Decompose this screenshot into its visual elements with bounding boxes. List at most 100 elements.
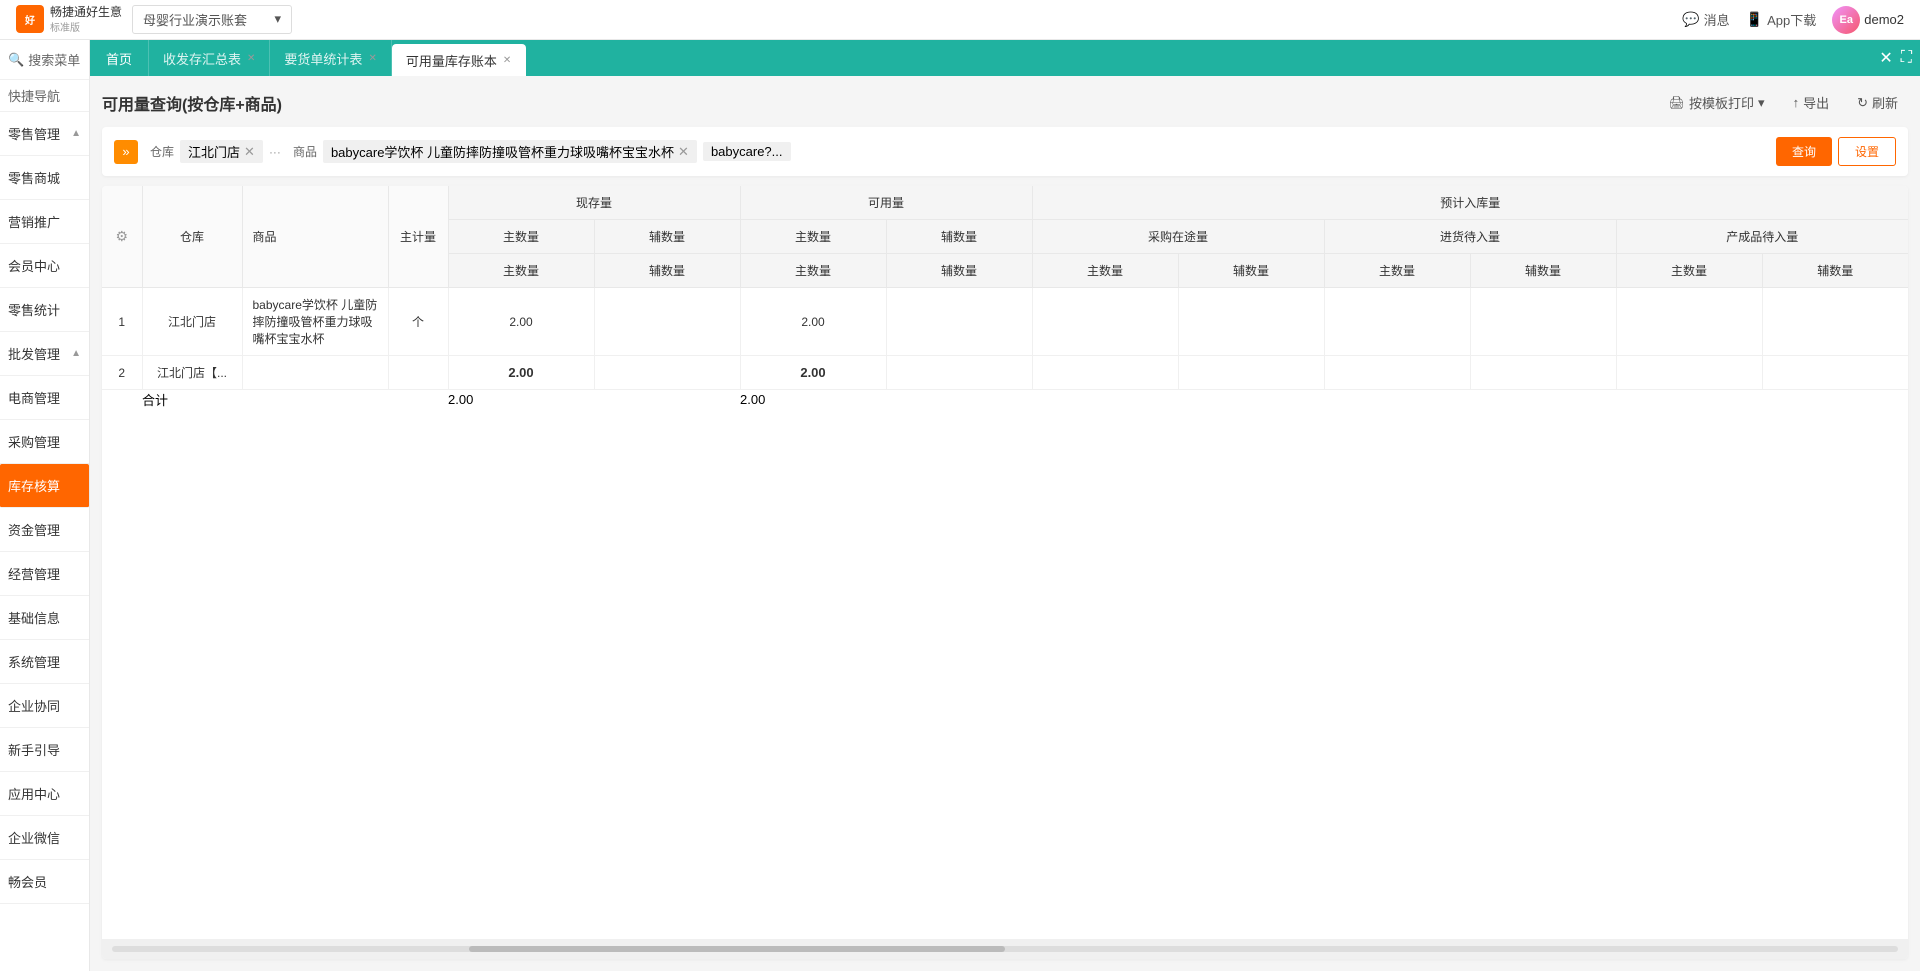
sidebar-label-system: 系统管理	[8, 652, 60, 671]
th-stock-main2: 主数量	[448, 254, 594, 288]
app-download-label: App下载	[1767, 10, 1816, 29]
sidebar-item-new-guide[interactable]: 新手引导	[0, 728, 89, 772]
sidebar-item-app-center[interactable]: 应用中心	[0, 772, 89, 816]
th-product: 商品	[242, 186, 388, 288]
sidebar-item-enterprise-collab[interactable]: 企业协同	[0, 684, 89, 728]
table-scroll[interactable]: ⚙ 仓库 商品 主计量 现存量 可用量 预计入库量 主数量	[102, 186, 1908, 939]
th-avail-aux2: 辅数量	[886, 254, 1032, 288]
warehouse-more[interactable]: ···	[269, 145, 281, 159]
th-pur-aux: 辅数量	[1178, 254, 1324, 288]
refresh-btn[interactable]: ↻ 刷新	[1847, 88, 1908, 117]
sidebar-item-ecom[interactable]: 电商管理	[0, 376, 89, 420]
message-action[interactable]: 💬 消息	[1682, 10, 1729, 29]
tab-order-stats-label: 要货单统计表	[284, 49, 362, 68]
industry-selector[interactable]: 母婴行业演示账套 ▾	[132, 5, 292, 34]
user-action[interactable]: Ea demo2	[1832, 6, 1904, 34]
summary-avail-aux	[886, 390, 1032, 410]
tab-receive-pay[interactable]: 收发存汇总表 ✕	[149, 40, 270, 76]
message-label: 消息	[1704, 10, 1730, 29]
sidebar-item-vip[interactable]: 畅会员	[0, 860, 89, 904]
cell-pur-main-1	[1032, 288, 1178, 356]
header-left: 好 畅捷通好生意 标准版 母婴行业演示账套 ▾	[16, 5, 292, 34]
app-download-action[interactable]: 📱 App下载	[1746, 10, 1817, 29]
sidebar-label-new-guide: 新手引导	[8, 740, 60, 759]
search-label: 搜索菜单	[28, 50, 80, 69]
th-planned-inbound: 预计入库量	[1032, 186, 1908, 220]
warehouse-tag-remove[interactable]: ✕	[244, 144, 255, 160]
table-row: 2 江北门店【... 2.00 2.00	[102, 356, 1908, 390]
tab-home-label: 首页	[106, 49, 132, 68]
bottom-scrollbar[interactable]	[102, 939, 1908, 959]
product-tag2-value: babycare?...	[711, 144, 783, 159]
sidebar-item-member[interactable]: 会员中心	[0, 244, 89, 288]
export-label: 导出	[1803, 93, 1829, 112]
product-tag2[interactable]: babycare?...	[703, 142, 791, 161]
sidebar-item-inventory[interactable]: 库存核算	[0, 464, 89, 508]
page-actions: 🖨 按模板打印 ▾ ↑ 导出 ↻ 刷新	[1659, 88, 1909, 117]
th-pur-main: 主数量	[1032, 254, 1178, 288]
tab-close-order-stats[interactable]: ✕	[368, 53, 376, 64]
th-purchase-transit: 采购在途量	[1032, 220, 1324, 254]
tab-receive-pay-label: 收发存汇总表	[163, 49, 241, 68]
main-container: 🔍 搜索菜单 快捷导航 零售管理 ▲ 零售商城 营销推广 会员中心 零售统计 批…	[0, 40, 1920, 971]
username-label: demo2	[1864, 12, 1904, 27]
print-template-btn[interactable]: 🖨 按模板打印 ▾	[1659, 88, 1775, 117]
cell-pur-aux-1	[1178, 288, 1324, 356]
filter-expand-btn[interactable]: »	[114, 140, 138, 164]
sidebar-item-basic[interactable]: 基础信息	[0, 596, 89, 640]
cell-product-1: babycare学饮杯 儿童防摔防撞吸管杯重力球吸嘴杯宝宝水杯	[242, 288, 388, 356]
logo-area: 好 畅捷通好生意 标准版	[16, 5, 122, 34]
sidebar-item-retail-mall[interactable]: 零售商城	[0, 156, 89, 200]
sidebar-item-ops[interactable]: 经营管理	[0, 552, 89, 596]
refresh-icon: ↻	[1857, 95, 1868, 111]
sidebar-label-ecom: 电商管理	[8, 388, 60, 407]
tab-home[interactable]: 首页	[90, 40, 149, 76]
tab-order-stats[interactable]: 要货单统计表 ✕	[270, 40, 391, 76]
tab-available-inventory[interactable]: 可用量库存账本 ✕	[392, 44, 526, 76]
setting-btn[interactable]: 设置	[1838, 137, 1896, 166]
logo-text: 畅捷通好生意	[50, 5, 122, 19]
th-prod-aux: 辅数量	[1762, 254, 1908, 288]
product-tag1[interactable]: babycare学饮杯 儿童防摔防撞吸管杯重力球吸嘴杯宝宝水杯 ✕	[323, 140, 697, 163]
page-title: 可用量查询(按仓库+商品)	[102, 91, 282, 115]
chevron-down-print-icon: ▾	[1758, 95, 1765, 111]
th-settings: ⚙	[102, 186, 142, 288]
product-tag1-remove[interactable]: ✕	[678, 144, 689, 160]
settings-icon[interactable]: ⚙	[112, 228, 132, 245]
sidebar-item-purchase[interactable]: 采购管理	[0, 420, 89, 464]
sidebar-item-system[interactable]: 系统管理	[0, 640, 89, 684]
chevron-icon-retail: ▲	[71, 128, 81, 139]
summary-pur-main	[1032, 390, 1178, 410]
sidebar-item-finance[interactable]: 资金管理	[0, 508, 89, 552]
cell-product-2	[242, 356, 388, 390]
close-all-icon[interactable]: ✕	[1879, 48, 1892, 68]
page-content: 可用量查询(按仓库+商品) 🖨 按模板打印 ▾ ↑ 导出 ↻ 刷新	[90, 76, 1920, 971]
export-btn[interactable]: ↑ 导出	[1783, 88, 1840, 117]
summary-pur-aux	[1178, 390, 1324, 410]
sidebar-label-marketing: 营销推广	[8, 212, 60, 231]
sidebar-search[interactable]: 🔍 搜索菜单	[0, 40, 89, 80]
top-header: 好 畅捷通好生意 标准版 母婴行业演示账套 ▾ 💬 消息 📱 App下载 Ea …	[0, 0, 1920, 40]
sidebar-item-marketing[interactable]: 营销推广	[0, 200, 89, 244]
cell-prod-main-2	[1616, 356, 1762, 390]
cell-unit-2	[388, 356, 448, 390]
maximize-icon[interactable]: ⛶	[1901, 49, 1912, 67]
summary-inb-main	[1324, 390, 1470, 410]
page-title-bar: 可用量查询(按仓库+商品) 🖨 按模板打印 ▾ ↑ 导出 ↻ 刷新	[102, 88, 1908, 117]
sidebar-item-enterprise-wechat[interactable]: 企业微信	[0, 816, 89, 860]
printer-icon: 🖨	[1669, 95, 1686, 111]
query-btn[interactable]: 查询	[1776, 137, 1832, 166]
chevron-down-icon: ▾	[274, 11, 281, 27]
tab-bar: 首页 收发存汇总表 ✕ 要货单统计表 ✕ 可用量库存账本 ✕ ✕ ⛶	[90, 40, 1920, 76]
sidebar-item-retail-stats[interactable]: 零售统计	[0, 288, 89, 332]
tab-available-inventory-label: 可用量库存账本	[406, 51, 497, 70]
app-icon: 📱	[1746, 11, 1763, 28]
tab-close-receive-pay[interactable]: ✕	[247, 53, 255, 64]
sidebar-quicknav[interactable]: 快捷导航	[0, 80, 89, 112]
sidebar-item-wholesale[interactable]: 批发管理 ▲	[0, 332, 89, 376]
sidebar-label-inventory: 库存核算	[8, 476, 60, 495]
sidebar-item-retail-mgmt[interactable]: 零售管理 ▲	[0, 112, 89, 156]
th-current-stock: 现存量	[448, 186, 740, 220]
warehouse-tag[interactable]: 江北门店 ✕	[180, 140, 263, 163]
tab-close-available-inventory[interactable]: ✕	[503, 55, 511, 66]
